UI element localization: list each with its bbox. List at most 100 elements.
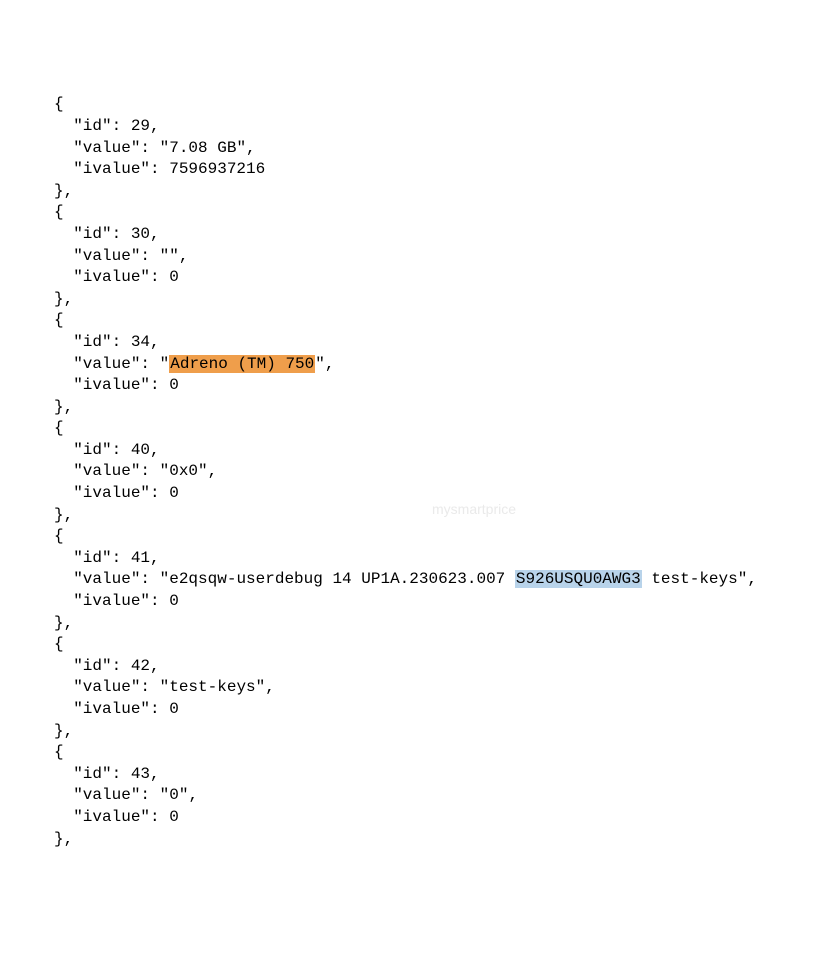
key-id: "id":	[73, 765, 131, 783]
value-text: ""	[160, 247, 179, 265]
brace-open: {	[54, 95, 64, 113]
key-value: "value":	[73, 462, 159, 480]
code-line: "value": "0x0",	[54, 461, 835, 483]
code-line: "id": 42,	[54, 656, 835, 678]
code-line: "value": "Adreno (TM) 750",	[54, 354, 835, 376]
key-ivalue: "ivalue":	[73, 160, 169, 178]
code-line: },	[54, 613, 835, 635]
key-value: "value":	[73, 678, 159, 696]
code-line: "value": "e2qsqw-userdebug 14 UP1A.23062…	[54, 569, 835, 591]
comma: ,	[150, 549, 160, 567]
code-line: "value": "test-keys",	[54, 677, 835, 699]
brace-open: {	[54, 311, 64, 329]
comma: ,	[150, 333, 160, 351]
key-value: "value":	[73, 786, 159, 804]
key-value: "value":	[73, 570, 159, 588]
brace-open: {	[54, 419, 64, 437]
ivalue-value: 0	[169, 268, 179, 286]
key-id: "id":	[73, 225, 131, 243]
key-ivalue: "ivalue":	[73, 808, 169, 826]
code-line: },	[54, 505, 835, 527]
comma: ,	[150, 765, 160, 783]
value-text: "	[315, 355, 325, 373]
brace-open: {	[54, 635, 64, 653]
code-line: "ivalue": 0	[54, 267, 835, 289]
code-line: "value": "7.08 GB",	[54, 138, 835, 160]
code-line: },	[54, 397, 835, 419]
ivalue-value: 0	[169, 592, 179, 610]
highlighted-value: S926USQU0AWG3	[515, 570, 642, 588]
brace-open: {	[54, 203, 64, 221]
comma: ,	[150, 225, 160, 243]
code-line: {	[54, 418, 835, 440]
code-line: },	[54, 829, 835, 851]
comma: ,	[150, 657, 160, 675]
brace-open: {	[54, 527, 64, 545]
code-line: "id": 30,	[54, 224, 835, 246]
code-line: "id": 43,	[54, 764, 835, 786]
ivalue-value: 0	[169, 376, 179, 394]
brace-close: },	[54, 722, 73, 740]
ivalue-value: 0	[169, 808, 179, 826]
key-id: "id":	[73, 441, 131, 459]
code-line: },	[54, 721, 835, 743]
comma: ,	[188, 786, 198, 804]
brace-close: },	[54, 614, 73, 632]
brace-close: },	[54, 830, 73, 848]
comma: ,	[265, 678, 275, 696]
code-line: {	[54, 202, 835, 224]
value-text: "e2qsqw-userdebug 14 UP1A.230623.007	[160, 570, 515, 588]
brace-close: },	[54, 398, 73, 416]
value-text: "	[160, 355, 170, 373]
value-text: "0"	[160, 786, 189, 804]
brace-open: {	[54, 743, 64, 761]
code-line: "ivalue": 0	[54, 591, 835, 613]
id-value: 42	[131, 657, 150, 675]
comma: ,	[747, 570, 757, 588]
key-ivalue: "ivalue":	[73, 700, 169, 718]
code-line: },	[54, 289, 835, 311]
id-value: 40	[131, 441, 150, 459]
code-line: "value": "",	[54, 246, 835, 268]
code-line: "id": 40,	[54, 440, 835, 462]
id-value: 30	[131, 225, 150, 243]
id-value: 29	[131, 117, 150, 135]
ivalue-value: 0	[169, 484, 179, 502]
key-ivalue: "ivalue":	[73, 376, 169, 394]
ivalue-value: 0	[169, 700, 179, 718]
comma: ,	[179, 247, 189, 265]
comma: ,	[150, 441, 160, 459]
code-line: "id": 41,	[54, 548, 835, 570]
brace-close: },	[54, 506, 73, 524]
comma: ,	[246, 139, 256, 157]
code-line: "id": 29,	[54, 116, 835, 138]
value-text: "test-keys"	[160, 678, 266, 696]
key-ivalue: "ivalue":	[73, 484, 169, 502]
key-id: "id":	[73, 117, 131, 135]
ivalue-value: 7596937216	[169, 160, 265, 178]
code-line: "ivalue": 0	[54, 699, 835, 721]
code-line: {	[54, 310, 835, 332]
id-value: 41	[131, 549, 150, 567]
code-line: "ivalue": 0	[54, 483, 835, 505]
code-line: {	[54, 94, 835, 116]
value-text: "0x0"	[160, 462, 208, 480]
code-line: },	[54, 181, 835, 203]
code-line: {	[54, 742, 835, 764]
key-ivalue: "ivalue":	[73, 592, 169, 610]
comma: ,	[325, 355, 335, 373]
code-line: "value": "0",	[54, 785, 835, 807]
code-line: {	[54, 526, 835, 548]
brace-close: },	[54, 290, 73, 308]
value-text: "7.08 GB"	[160, 139, 246, 157]
key-id: "id":	[73, 657, 131, 675]
highlighted-value: Adreno (TM) 750	[169, 355, 315, 373]
code-line: "ivalue": 7596937216	[54, 159, 835, 181]
comma: ,	[208, 462, 218, 480]
key-value: "value":	[73, 139, 159, 157]
code-line: "ivalue": 0	[54, 375, 835, 397]
code-line: "ivalue": 0	[54, 807, 835, 829]
key-value: "value":	[73, 247, 159, 265]
id-value: 34	[131, 333, 150, 351]
id-value: 43	[131, 765, 150, 783]
